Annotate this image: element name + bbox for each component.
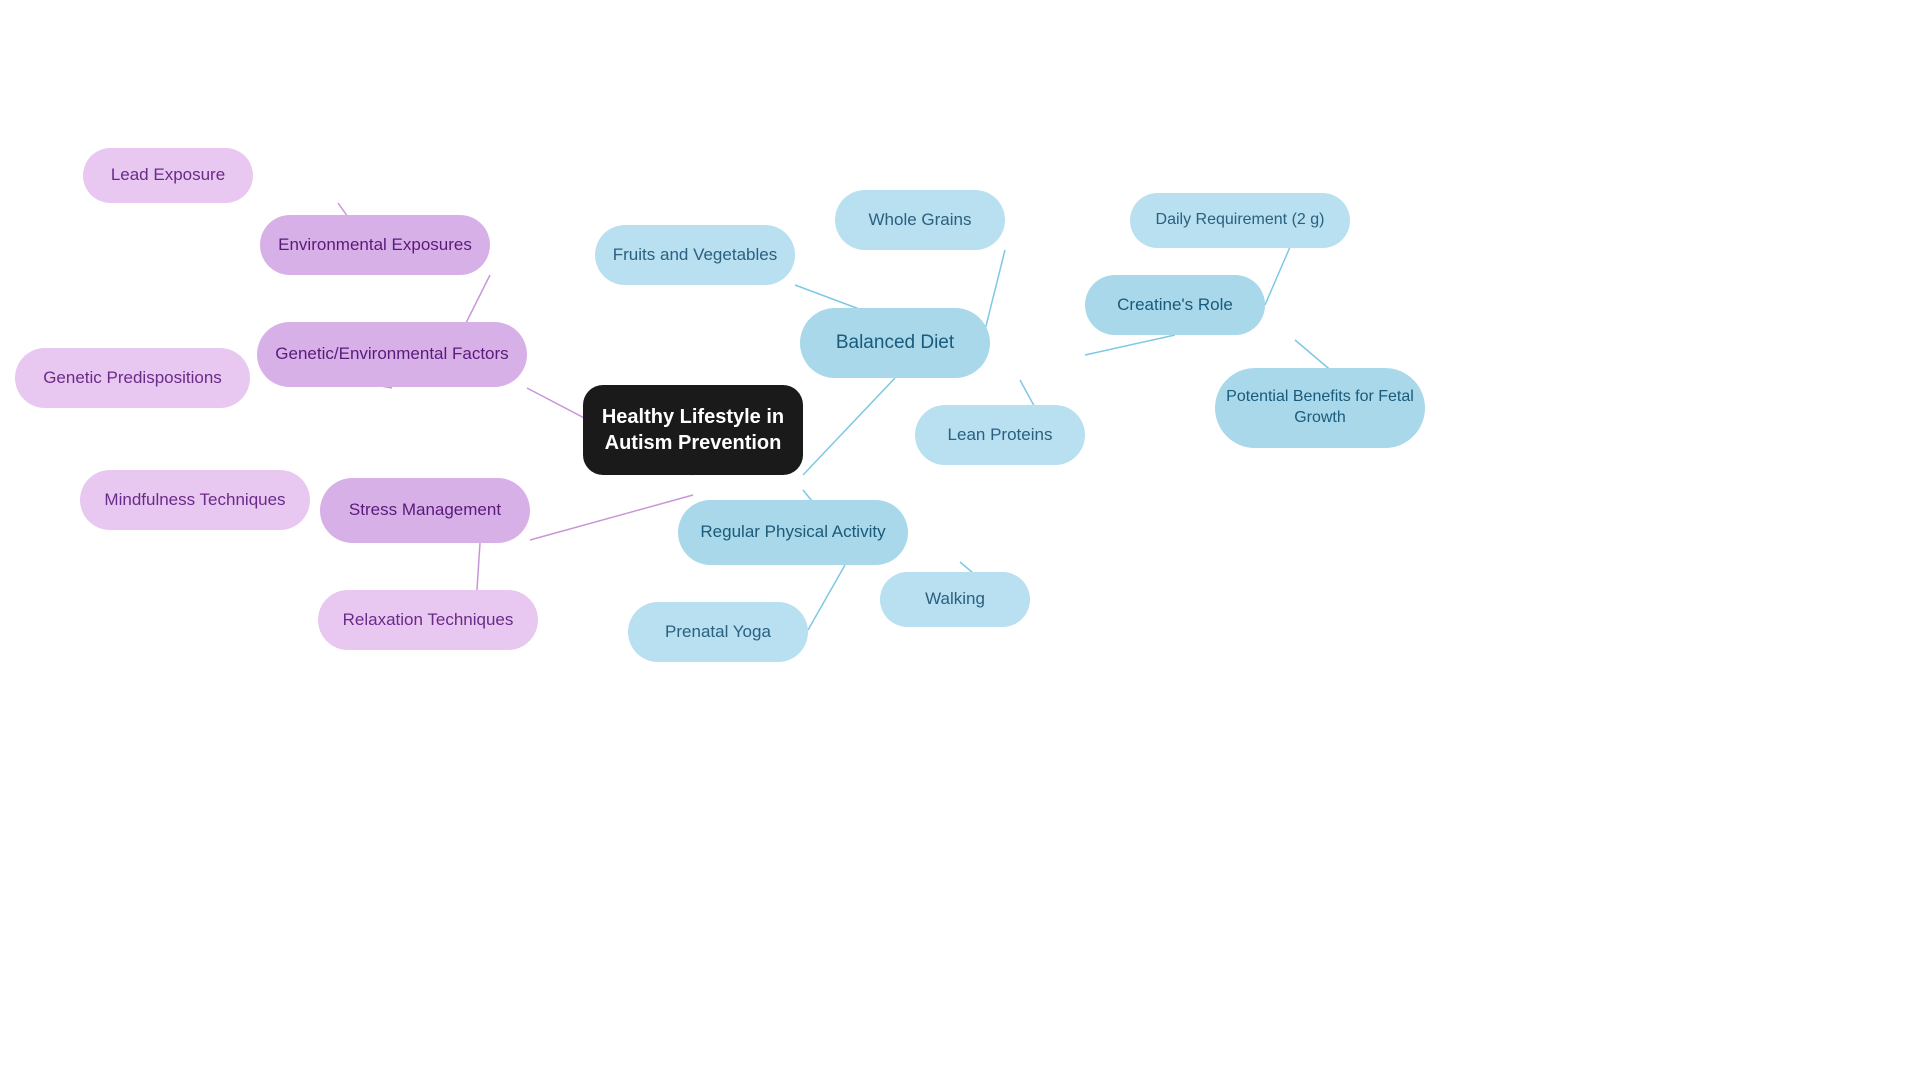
prenatal-yoga-node[interactable]: Prenatal Yoga <box>628 602 808 662</box>
center-node[interactable]: Healthy Lifestyle in Autism Prevention <box>583 385 803 475</box>
creatines-role-node[interactable]: Creatine's Role <box>1085 275 1265 335</box>
mindfulness-node[interactable]: Mindfulness Techniques <box>80 470 310 530</box>
physical-activity-node[interactable]: Regular Physical Activity <box>678 500 908 565</box>
lead-exposure-node[interactable]: Lead Exposure <box>83 148 253 203</box>
genetic-predispositions-node[interactable]: Genetic Predispositions <box>15 348 250 408</box>
genetic-env-factors-node[interactable]: Genetic/Environmental Factors <box>257 322 527 387</box>
potential-benefits-node[interactable]: Potential Benefits for Fetal Growth <box>1215 368 1425 448</box>
stress-mgmt-node[interactable]: Stress Management <box>320 478 530 543</box>
daily-requirement-node[interactable]: Daily Requirement (2 g) <box>1130 193 1350 248</box>
lean-proteins-node[interactable]: Lean Proteins <box>915 405 1085 465</box>
fruits-veg-node[interactable]: Fruits and Vegetables <box>595 225 795 285</box>
whole-grains-node[interactable]: Whole Grains <box>835 190 1005 250</box>
env-exposures-node[interactable]: Environmental Exposures <box>260 215 490 275</box>
walking-node[interactable]: Walking <box>880 572 1030 627</box>
relaxation-node[interactable]: Relaxation Techniques <box>318 590 538 650</box>
balanced-diet-node[interactable]: Balanced Diet <box>800 308 990 378</box>
